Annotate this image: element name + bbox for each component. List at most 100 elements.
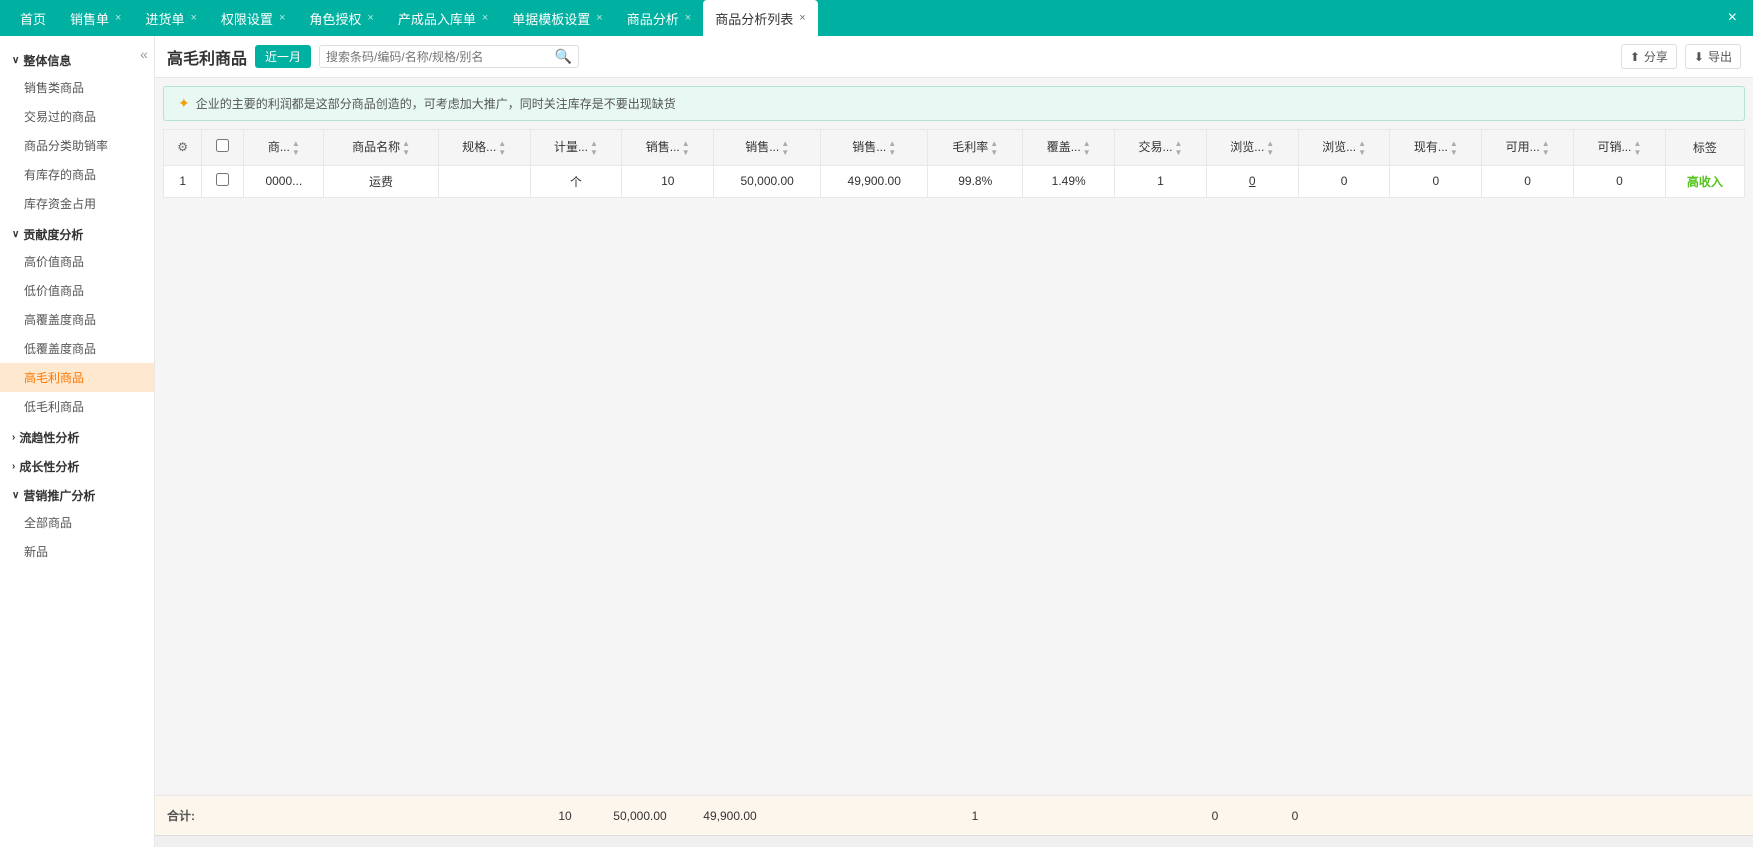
sidebar-group-title-成长性分析[interactable]: ›成长性分析 bbox=[0, 450, 154, 479]
footer-label: 合计: bbox=[167, 807, 195, 824]
nav-close-icon[interactable]: × bbox=[367, 12, 373, 24]
scrollbar-area[interactable] bbox=[155, 835, 1753, 847]
sidebar-group-title-整体信息[interactable]: ∨ 整体信息 bbox=[0, 44, 154, 73]
col-header-12[interactable]: 浏览...▲▼ bbox=[1206, 130, 1298, 166]
sidebar-item-高覆盖度商品[interactable]: 高覆盖度商品 bbox=[0, 305, 154, 334]
nav-item-销售单[interactable]: 销售单× bbox=[58, 0, 133, 36]
group-label: 贡献度分析 bbox=[23, 226, 83, 243]
info-icon: ✦ bbox=[178, 95, 190, 112]
sidebar-group-title-营销推广分析[interactable]: ∨营销推广分析 bbox=[0, 479, 154, 508]
content-area: 高毛利商品 近一月 🔍 ⬆ 分享 ⬇ 导出 ✦ 企业的主要的利润都是这部分商品创… bbox=[155, 36, 1753, 847]
sidebar-group-title-流趋性分析[interactable]: ›流趋性分析 bbox=[0, 421, 154, 450]
footer-bar: 合计: 10 50,000.00 49,900.00 1 0 0 bbox=[155, 795, 1753, 835]
nav-item-商品分析[interactable]: 商品分析× bbox=[615, 0, 703, 36]
nav-item-首页[interactable]: 首页 bbox=[8, 0, 58, 36]
col-header-2[interactable]: 商...▲▼ bbox=[244, 130, 324, 166]
close-all-button[interactable]: × bbox=[1720, 9, 1745, 27]
sort-icon: ▲▼ bbox=[292, 139, 300, 157]
col-header-5[interactable]: 计量...▲▼ bbox=[530, 130, 622, 166]
sort-icon: ▲▼ bbox=[498, 139, 506, 157]
sidebar-item-库存资金占用[interactable]: 库存资金占用 bbox=[0, 189, 154, 218]
top-nav: 首页销售单×进货单×权限设置×角色授权×产成品入库单×单据模板设置×商品分析×商… bbox=[0, 0, 1753, 36]
sidebar-collapse-button[interactable]: « bbox=[134, 44, 154, 64]
nav-item-单据模板设置[interactable]: 单据模板设置× bbox=[500, 0, 614, 36]
nav-close-icon[interactable]: × bbox=[279, 12, 285, 24]
footer-sales1-val: 10 bbox=[535, 809, 595, 823]
select-all-checkbox[interactable] bbox=[216, 139, 229, 152]
group-arrow-icon: ∨ bbox=[12, 55, 19, 66]
sidebar-group: ›流趋性分析 bbox=[0, 421, 154, 450]
sidebar: « ∨ 整体信息销售类商品交易过的商品商品分类助销率有库存的商品库存资金占用 ∨ 贡献… bbox=[0, 36, 155, 847]
nav-item-进货单[interactable]: 进货单× bbox=[133, 0, 208, 36]
col-header-15[interactable]: 可用...▲▼ bbox=[1482, 130, 1574, 166]
group-arrow-icon: ∨ bbox=[12, 229, 19, 240]
col-header-7[interactable]: 销售...▲▼ bbox=[714, 130, 821, 166]
sidebar-item-高毛利商品[interactable]: 高毛利商品 bbox=[0, 363, 154, 392]
sidebar-item-有库存的商品[interactable]: 有库存的商品 bbox=[0, 160, 154, 189]
nav-close-icon[interactable]: × bbox=[190, 12, 196, 24]
col-header-4[interactable]: 规格...▲▼ bbox=[438, 130, 530, 166]
col-header-14[interactable]: 现有...▲▼ bbox=[1390, 130, 1482, 166]
table-container[interactable]: ⚙商...▲▼商品名称▲▼规格...▲▼计量...▲▼销售...▲▼销售...▲… bbox=[163, 129, 1745, 795]
sidebar-item-低价值商品[interactable]: 低价值商品 bbox=[0, 276, 154, 305]
col-header-3[interactable]: 商品名称▲▼ bbox=[324, 130, 438, 166]
sort-icon: ▲▼ bbox=[590, 139, 598, 157]
group-arrow-icon: ∨ bbox=[12, 490, 19, 501]
row-browse1[interactable]: 0 bbox=[1206, 165, 1298, 197]
nav-close-icon[interactable]: × bbox=[799, 12, 805, 24]
sidebar-item-商品分类助销率[interactable]: 商品分类助销率 bbox=[0, 131, 154, 160]
group-label: 成长性分析 bbox=[19, 458, 79, 475]
row-checkbox-cell bbox=[202, 165, 244, 197]
col-header-16[interactable]: 可销...▲▼ bbox=[1574, 130, 1666, 166]
info-text: 企业的主要的利润都是这部分商品创造的，可考虑加大推广，同时关注库存是不要出现缺货 bbox=[196, 95, 676, 112]
sidebar-item-销售类商品[interactable]: 销售类商品 bbox=[0, 73, 154, 102]
table-header: ⚙商...▲▼商品名称▲▼规格...▲▼计量...▲▼销售...▲▼销售...▲… bbox=[164, 130, 1745, 166]
sidebar-group: ∨营销推广分析全部商品新品 bbox=[0, 479, 154, 566]
col-header-9[interactable]: 毛利率▲▼ bbox=[928, 130, 1023, 166]
col-header-13[interactable]: 浏览...▲▼ bbox=[1298, 130, 1390, 166]
row-tag[interactable]: 高收入 bbox=[1665, 165, 1744, 197]
col-header-1 bbox=[202, 130, 244, 166]
col-header-8[interactable]: 销售...▲▼ bbox=[821, 130, 928, 166]
search-input[interactable] bbox=[326, 50, 555, 64]
group-label: 流趋性分析 bbox=[19, 429, 79, 446]
sidebar-item-交易过的商品[interactable]: 交易过的商品 bbox=[0, 102, 154, 131]
sidebar-item-低覆盖度商品[interactable]: 低覆盖度商品 bbox=[0, 334, 154, 363]
row-name: 运费 bbox=[324, 165, 438, 197]
search-button[interactable]: 🔍 bbox=[555, 48, 572, 65]
nav-item-商品分析列表[interactable]: 商品分析列表× bbox=[703, 0, 817, 36]
nav-close-icon[interactable]: × bbox=[685, 12, 691, 24]
nav-close-icon[interactable]: × bbox=[596, 12, 602, 24]
col-header-11[interactable]: 交易...▲▼ bbox=[1115, 130, 1207, 166]
row-coverage: 1.49% bbox=[1023, 165, 1115, 197]
share-icon: ⬆ bbox=[1630, 50, 1640, 64]
col-header-0[interactable]: ⚙ bbox=[164, 130, 202, 166]
nav-item-产成品入库单[interactable]: 产成品入库单× bbox=[386, 0, 500, 36]
sidebar-item-高价值商品[interactable]: 高价值商品 bbox=[0, 247, 154, 276]
group-label: 整体信息 bbox=[23, 52, 71, 69]
share-button[interactable]: ⬆ 分享 bbox=[1621, 44, 1677, 69]
footer-sales2-val: 50,000.00 bbox=[595, 809, 685, 823]
sort-icon: ▲▼ bbox=[1450, 139, 1458, 157]
time-filter-button[interactable]: 近一月 bbox=[255, 45, 311, 68]
row-stock2: 0 bbox=[1482, 165, 1574, 197]
nav-close-icon[interactable]: × bbox=[115, 12, 121, 24]
footer-transaction: 1 bbox=[935, 809, 1015, 823]
sidebar-item-全部商品[interactable]: 全部商品 bbox=[0, 508, 154, 537]
sidebar-item-新品[interactable]: 新品 bbox=[0, 537, 154, 566]
row-checkbox[interactable] bbox=[216, 173, 229, 186]
footer-stock1: 0 bbox=[1175, 809, 1255, 823]
nav-close-icon[interactable]: × bbox=[482, 12, 488, 24]
export-button[interactable]: ⬇ 导出 bbox=[1685, 44, 1741, 69]
sidebar-group: ∨ 整体信息销售类商品交易过的商品商品分类助销率有库存的商品库存资金占用 bbox=[0, 44, 154, 218]
page-title: 高毛利商品 bbox=[167, 45, 247, 69]
sort-icon: ▲▼ bbox=[1083, 139, 1091, 157]
row-browse2: 0 bbox=[1298, 165, 1390, 197]
nav-item-角色授权[interactable]: 角色授权× bbox=[297, 0, 385, 36]
nav-item-权限设置[interactable]: 权限设置× bbox=[209, 0, 297, 36]
sidebar-item-低毛利商品[interactable]: 低毛利商品 bbox=[0, 392, 154, 421]
sidebar-group: ›成长性分析 bbox=[0, 450, 154, 479]
col-header-10[interactable]: 覆盖...▲▼ bbox=[1023, 130, 1115, 166]
sidebar-group-title-贡献度分析[interactable]: ∨ 贡献度分析 bbox=[0, 218, 154, 247]
col-header-6[interactable]: 销售...▲▼ bbox=[622, 130, 714, 166]
